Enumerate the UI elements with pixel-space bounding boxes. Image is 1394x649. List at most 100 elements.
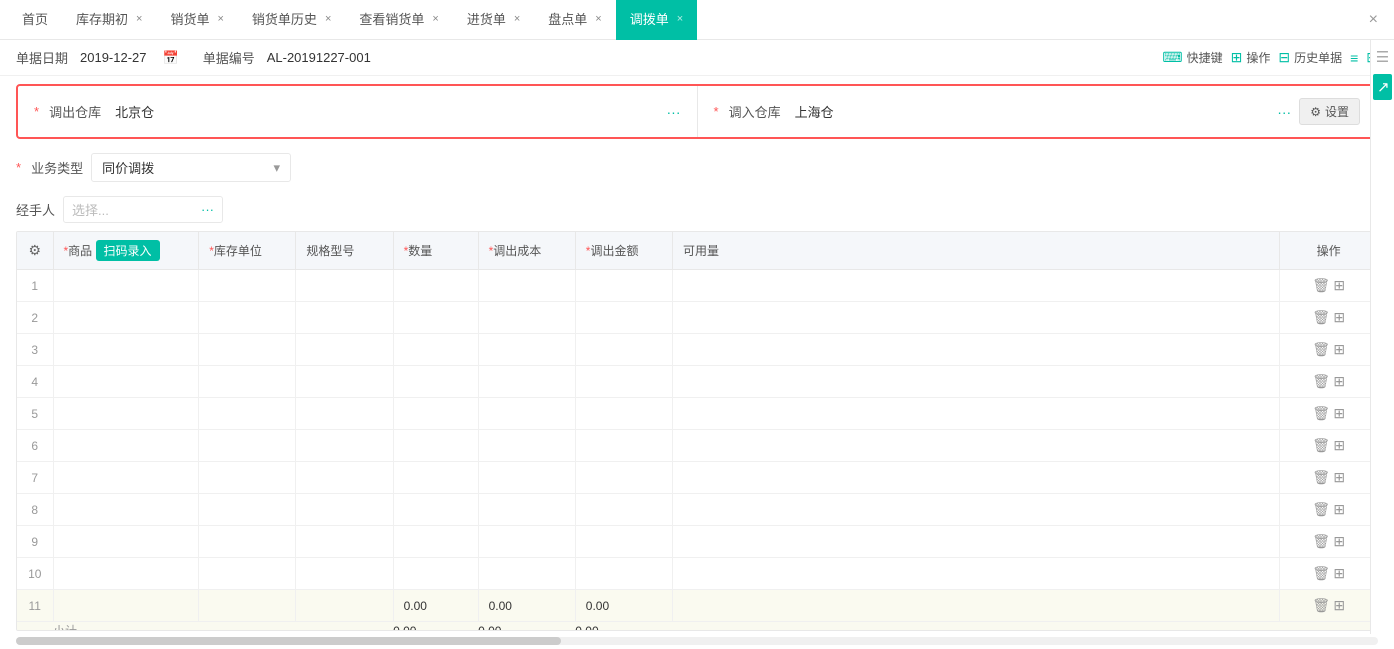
available-cell-9[interactable] bbox=[672, 526, 1279, 558]
window-close-button[interactable]: × bbox=[1361, 11, 1386, 29]
product-cell-1[interactable] bbox=[53, 270, 199, 302]
delete-icon-3[interactable]: 🗑 bbox=[1312, 341, 1330, 357]
history-action[interactable]: ⊟ 历史单据 bbox=[1278, 49, 1342, 66]
business-type-select[interactable]: 同价调拨 ▾ bbox=[91, 153, 291, 182]
spec-cell-4[interactable] bbox=[296, 366, 393, 398]
delete-icon-6[interactable]: 🗑 bbox=[1312, 437, 1330, 453]
cost-cell-1[interactable] bbox=[478, 270, 575, 302]
spec-cell-11[interactable] bbox=[296, 590, 393, 622]
copy-icon-10[interactable]: ⊞ bbox=[1333, 565, 1345, 581]
product-cell-6[interactable] bbox=[53, 430, 199, 462]
qty-cell-9[interactable] bbox=[393, 526, 478, 558]
copy-icon-9[interactable]: ⊞ bbox=[1333, 533, 1345, 549]
amount-cell-3[interactable] bbox=[575, 334, 672, 366]
amount-cell-5[interactable] bbox=[575, 398, 672, 430]
spec-cell-5[interactable] bbox=[296, 398, 393, 430]
transfer-in-more-btn[interactable]: ··· bbox=[1277, 104, 1291, 120]
unit-cell-7[interactable] bbox=[199, 462, 296, 494]
qty-cell-10[interactable] bbox=[393, 558, 478, 590]
cost-cell-8[interactable] bbox=[478, 494, 575, 526]
scan-button[interactable]: 扫码录入 bbox=[96, 240, 160, 261]
available-cell-8[interactable] bbox=[672, 494, 1279, 526]
product-cell-3[interactable] bbox=[53, 334, 199, 366]
tab-inventory-init-close[interactable]: × bbox=[136, 13, 142, 25]
copy-icon-11[interactable]: ⊞ bbox=[1333, 597, 1345, 613]
tab-sales-history-close[interactable]: × bbox=[325, 13, 331, 25]
cost-cell-7[interactable] bbox=[478, 462, 575, 494]
tab-inventory-init[interactable]: 库存期初 × bbox=[62, 0, 156, 40]
qty-cell-2[interactable] bbox=[393, 302, 478, 334]
qty-cell-7[interactable] bbox=[393, 462, 478, 494]
product-cell-8[interactable] bbox=[53, 494, 199, 526]
qty-cell-4[interactable] bbox=[393, 366, 478, 398]
tab-view-sales[interactable]: 查看销货单 × bbox=[345, 0, 452, 40]
amount-cell-7[interactable] bbox=[575, 462, 672, 494]
qty-cell-1[interactable] bbox=[393, 270, 478, 302]
cost-cell-9[interactable] bbox=[478, 526, 575, 558]
amount-cell-8[interactable] bbox=[575, 494, 672, 526]
available-cell-5[interactable] bbox=[672, 398, 1279, 430]
tab-sales-order[interactable]: 销货单 × bbox=[156, 0, 237, 40]
tab-sales-history[interactable]: 销货单历史 × bbox=[238, 0, 345, 40]
cost-cell-6[interactable] bbox=[478, 430, 575, 462]
copy-icon-3[interactable]: ⊞ bbox=[1333, 341, 1345, 357]
unit-cell-6[interactable] bbox=[199, 430, 296, 462]
available-cell-4[interactable] bbox=[672, 366, 1279, 398]
copy-icon-4[interactable]: ⊞ bbox=[1333, 373, 1345, 389]
spec-cell-9[interactable] bbox=[296, 526, 393, 558]
spec-cell-1[interactable] bbox=[296, 270, 393, 302]
unit-cell-10[interactable] bbox=[199, 558, 296, 590]
scrollbar-thumb[interactable] bbox=[16, 637, 561, 645]
amount-cell-9[interactable] bbox=[575, 526, 672, 558]
unit-cell-2[interactable] bbox=[199, 302, 296, 334]
horizontal-scrollbar[interactable] bbox=[16, 637, 1378, 645]
delete-icon-5[interactable]: 🗑 bbox=[1312, 405, 1330, 421]
product-cell-5[interactable] bbox=[53, 398, 199, 430]
cost-cell-10[interactable] bbox=[478, 558, 575, 590]
unit-cell-8[interactable] bbox=[199, 494, 296, 526]
qty-cell-8[interactable] bbox=[393, 494, 478, 526]
unit-cell-9[interactable] bbox=[199, 526, 296, 558]
sidebar-list-icon[interactable]: ☰ bbox=[1373, 48, 1392, 66]
product-cell-9[interactable] bbox=[53, 526, 199, 558]
shortcuts-action[interactable]: ⌨ 快捷键 bbox=[1162, 49, 1222, 66]
tab-stocktake-close[interactable]: × bbox=[595, 13, 601, 25]
person-select[interactable]: 选择... ··· bbox=[63, 196, 223, 223]
available-cell-7[interactable] bbox=[672, 462, 1279, 494]
copy-icon-5[interactable]: ⊞ bbox=[1333, 405, 1345, 421]
tab-transfer[interactable]: 调拨单 × bbox=[616, 0, 697, 40]
available-cell-3[interactable] bbox=[672, 334, 1279, 366]
amount-cell-1[interactable] bbox=[575, 270, 672, 302]
cost-cell-5[interactable] bbox=[478, 398, 575, 430]
delete-icon-8[interactable]: 🗑 bbox=[1312, 501, 1330, 517]
spec-cell-2[interactable] bbox=[296, 302, 393, 334]
cost-cell-4[interactable] bbox=[478, 366, 575, 398]
available-cell-10[interactable] bbox=[672, 558, 1279, 590]
delete-icon-1[interactable]: 🗑 bbox=[1312, 277, 1330, 293]
copy-icon-2[interactable]: ⊞ bbox=[1333, 309, 1345, 325]
layout-toggle-action[interactable]: ≡ bbox=[1350, 50, 1358, 66]
th-gear[interactable]: ⚙ bbox=[17, 232, 53, 270]
tab-purchase[interactable]: 进货单 × bbox=[453, 0, 534, 40]
calendar-icon[interactable]: 📅 bbox=[163, 50, 179, 66]
amount-cell-6[interactable] bbox=[575, 430, 672, 462]
unit-cell-1[interactable] bbox=[199, 270, 296, 302]
person-more-btn[interactable]: ··· bbox=[201, 202, 214, 217]
available-cell-1[interactable] bbox=[672, 270, 1279, 302]
copy-icon-7[interactable]: ⊞ bbox=[1333, 469, 1345, 485]
tab-stocktake[interactable]: 盘点单 × bbox=[534, 0, 615, 40]
copy-icon-8[interactable]: ⊞ bbox=[1333, 501, 1345, 517]
operations-action[interactable]: ⊞ 操作 bbox=[1231, 49, 1271, 66]
unit-cell-3[interactable] bbox=[199, 334, 296, 366]
transfer-out-more-btn[interactable]: ··· bbox=[667, 104, 681, 120]
delete-icon-9[interactable]: 🗑 bbox=[1312, 533, 1330, 549]
available-cell-2[interactable] bbox=[672, 302, 1279, 334]
product-cell-4[interactable] bbox=[53, 366, 199, 398]
qty-cell-3[interactable] bbox=[393, 334, 478, 366]
spec-cell-3[interactable] bbox=[296, 334, 393, 366]
amount-cell-10[interactable] bbox=[575, 558, 672, 590]
product-cell-10[interactable] bbox=[53, 558, 199, 590]
delete-icon-11[interactable]: 🗑 bbox=[1312, 597, 1330, 613]
product-cell-2[interactable] bbox=[53, 302, 199, 334]
delete-icon-10[interactable]: 🗑 bbox=[1312, 565, 1330, 581]
